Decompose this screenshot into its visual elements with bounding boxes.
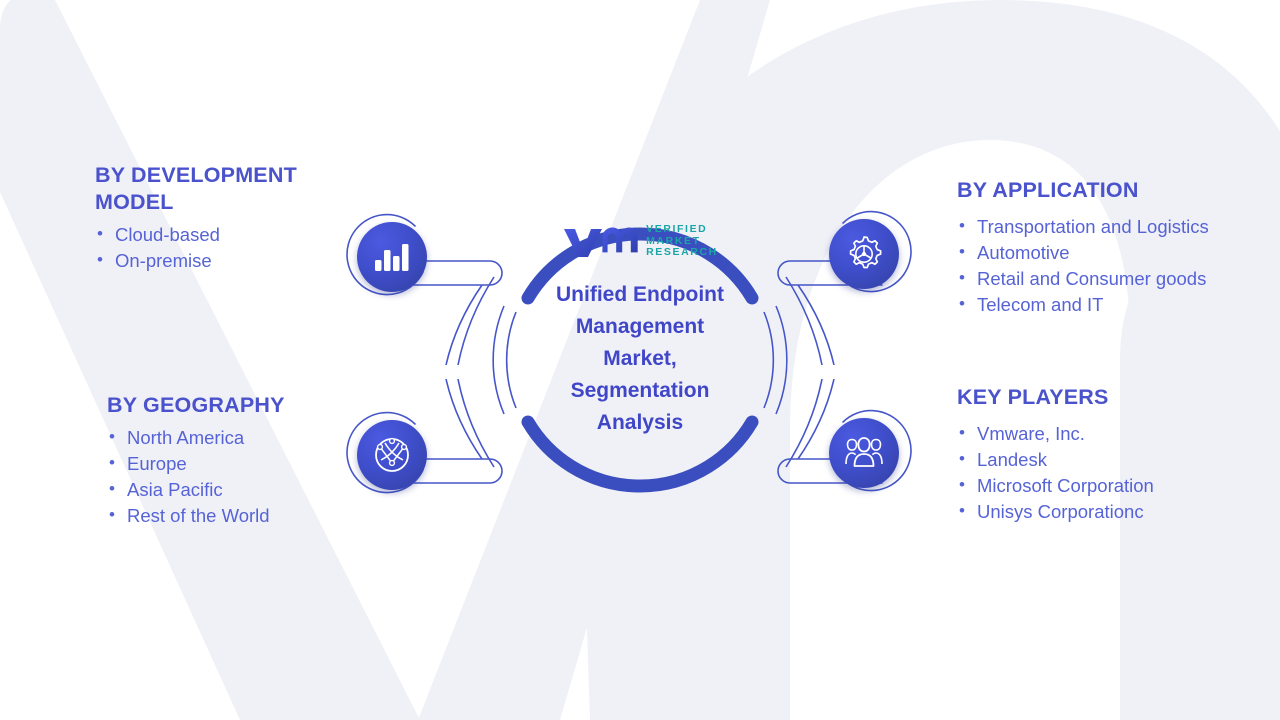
section-list-development-model: Cloud-based On-premise <box>95 221 297 274</box>
list-item: Transportation and Logistics <box>957 213 1209 240</box>
list-item: Automotive <box>957 239 1209 266</box>
list-item: Microsoft Corporation <box>957 472 1154 499</box>
vm-monogram-icon <box>564 227 638 258</box>
list-item: Rest of the World <box>107 502 285 529</box>
list-item: Landesk <box>957 446 1154 473</box>
node-development-model[interactable] <box>345 210 441 306</box>
list-item: Asia Pacific <box>107 476 285 503</box>
logo-line-3: RESEARCH <box>646 246 718 258</box>
logo-line-1: VERIFIED <box>646 223 708 235</box>
section-title-application: BY APPLICATION <box>957 178 1139 202</box>
section-title-geography: BY GEOGRAPHY <box>107 393 285 417</box>
list-item: Unisys Corporationc <box>957 498 1154 525</box>
list-item: Retail and Consumer goods <box>957 265 1209 292</box>
list-item: On-premise <box>95 247 297 274</box>
section-development-model: BY DEVELOPMENT MODEL Cloud-based On-prem… <box>95 162 297 274</box>
section-key-players: KEY PLAYERS Vmware, Inc. Landesk Microso… <box>957 384 1154 525</box>
section-list-geography: North America Europe Asia Pacific Rest o… <box>107 424 285 529</box>
verified-market-research-logo: VERIFIED MARKET RESEARCH <box>562 223 718 259</box>
center-hub: VERIFIED MARKET RESEARCH Unified Endpoin… <box>460 180 820 540</box>
logo-wordmark: VERIFIED MARKET RESEARCH <box>646 223 718 259</box>
section-title-key-players: KEY PLAYERS <box>957 385 1109 409</box>
section-title-development-model: BY DEVELOPMENT MODEL <box>95 163 297 214</box>
list-item: Europe <box>107 450 285 477</box>
geography-icon-disc <box>357 420 427 490</box>
node-application[interactable] <box>817 207 913 303</box>
section-geography: BY GEOGRAPHY North America Europe Asia P… <box>107 392 285 529</box>
development-model-icon-disc <box>357 222 427 292</box>
bar-chart-icon <box>375 244 409 271</box>
section-list-key-players: Vmware, Inc. Landesk Microsoft Corporati… <box>957 420 1154 525</box>
hub-title: Unified Endpoint Management Market, Segm… <box>556 282 724 434</box>
list-item: North America <box>107 424 285 451</box>
people-group-icon <box>845 437 883 467</box>
section-list-application: Transportation and Logistics Automotive … <box>957 213 1209 318</box>
list-item: Vmware, Inc. <box>957 420 1154 447</box>
globe-network-icon <box>375 437 409 472</box>
list-item: Cloud-based <box>95 221 297 248</box>
key-players-icon-disc <box>829 418 899 488</box>
infographic-canvas: VERIFIED MARKET RESEARCH Unified Endpoin… <box>0 0 1280 720</box>
node-geography[interactable] <box>345 408 441 504</box>
section-application: BY APPLICATION Transportation and Logist… <box>957 177 1209 318</box>
application-icon-disc <box>829 219 899 289</box>
node-key-players[interactable] <box>817 406 913 502</box>
gear-icon <box>849 236 882 269</box>
list-item: Telecom and IT <box>957 291 1209 318</box>
